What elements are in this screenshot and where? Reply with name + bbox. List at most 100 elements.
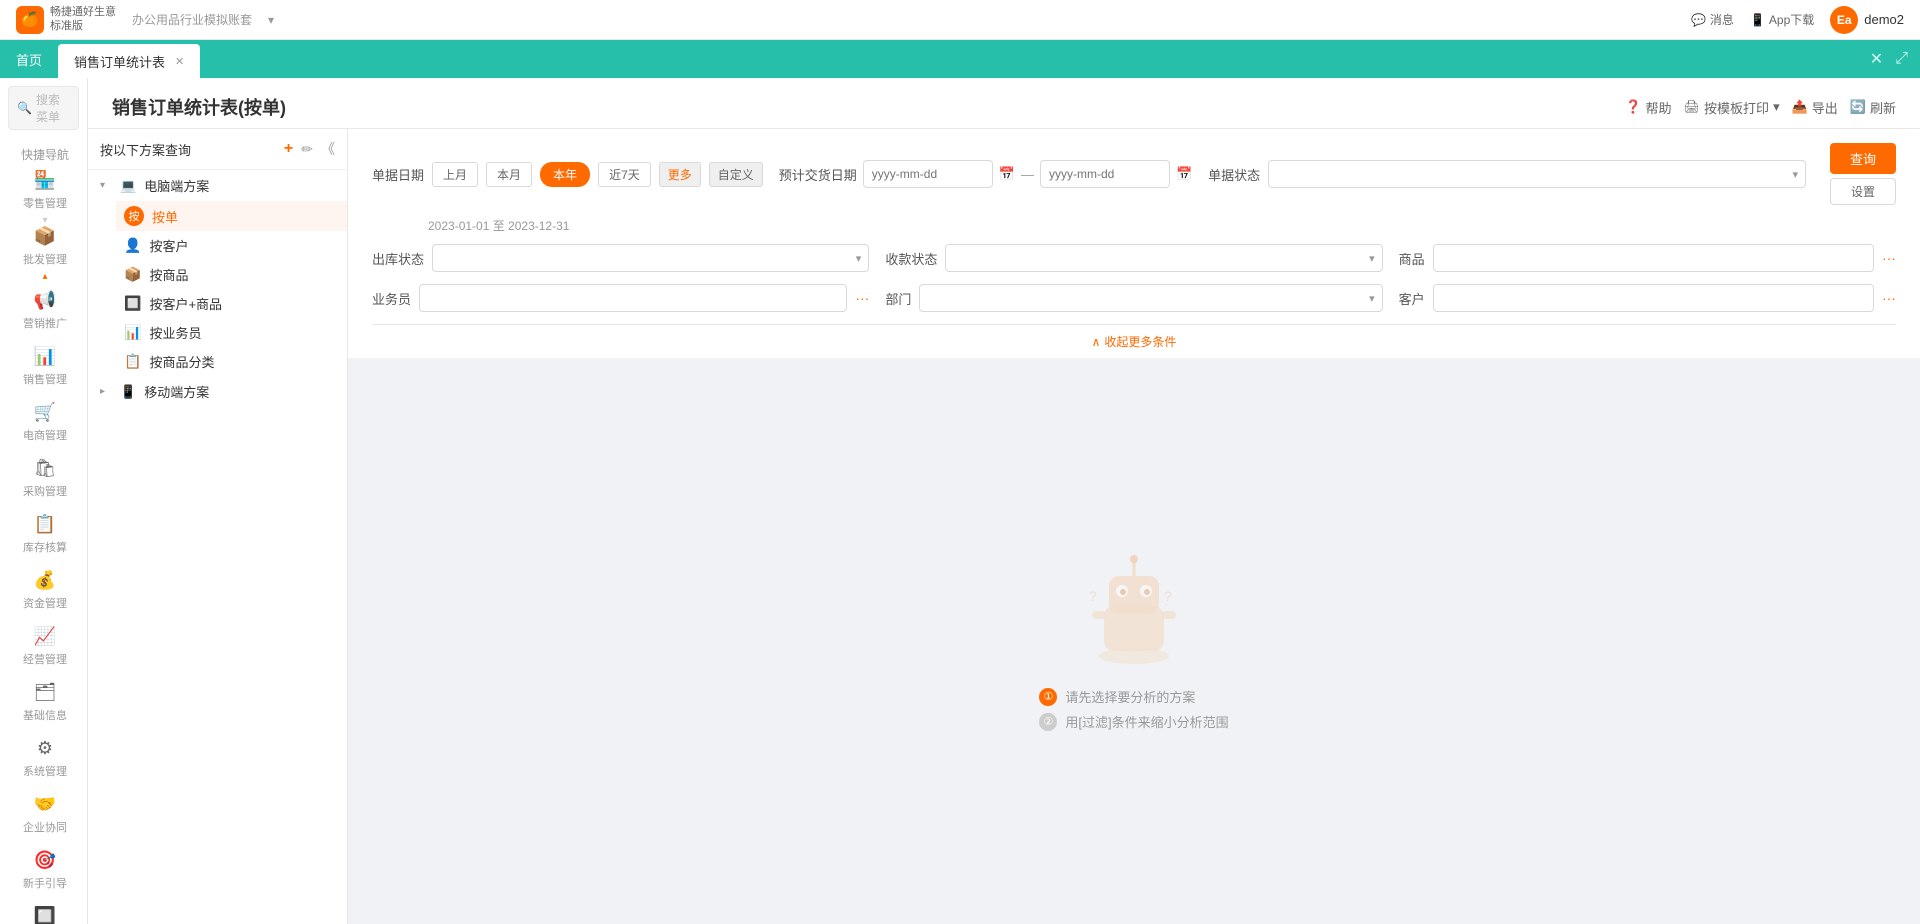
- empty-state: ? ? ① 请先选择要分析的方案 ② 用[过滤]条件来缩小分析范围: [348, 358, 1920, 924]
- edit-scheme-btn[interactable]: ✏: [301, 141, 313, 158]
- tip2-text: 用[过滤]条件来缩小分析范围: [1065, 712, 1228, 731]
- mobile-group-label: 移动端方案: [144, 382, 209, 401]
- user-name: demo2: [1864, 12, 1904, 27]
- date-range-display: 2023-01-01 至 2023-12-31: [372, 217, 1896, 234]
- single-date-label: 单据日期: [372, 165, 424, 184]
- salesman-input-area[interactable]: [419, 284, 847, 312]
- customer-input-area[interactable]: [1433, 284, 1874, 312]
- sidebar-item-basic-info[interactable]: 🗂 基础信息: [0, 674, 87, 730]
- setting-button[interactable]: 设置: [1830, 178, 1896, 205]
- tree-node-by-salesman[interactable]: 📊 按业务员: [116, 318, 347, 347]
- department-select[interactable]: [919, 284, 1382, 312]
- tab-close-icon[interactable]: ✕: [175, 55, 184, 68]
- goods-input-area: [1433, 244, 1874, 272]
- tab-sales-statistics-label: 销售订单统计表: [74, 52, 165, 71]
- sidebar-item-ecommerce[interactable]: 🛒 电商管理: [0, 394, 87, 450]
- tree-group-pc[interactable]: ▾ 💻 电脑端方案: [88, 170, 347, 201]
- sidebar-item-app-center[interactable]: 🔲 应用中心: [0, 898, 87, 924]
- tree-pc-children: 按 按单 👤 按客户 📦 按商品 🔲 按客: [88, 201, 347, 376]
- customer-label: 客户: [1399, 289, 1425, 308]
- department-label: 部门: [885, 289, 911, 308]
- pc-group-arrow-icon: ▾: [100, 180, 112, 191]
- marketing-label: 营销推广: [23, 315, 67, 331]
- tab-sales-statistics[interactable]: 销售订单统计表 ✕: [58, 44, 200, 78]
- left-panel-icons: + ✏ 《: [284, 139, 335, 159]
- tab-home[interactable]: 首页: [0, 40, 58, 78]
- tree-node-by-goods-category[interactable]: 📋 按商品分类: [116, 347, 347, 376]
- sidebar-item-finance[interactable]: 💰 资金管理: [0, 562, 87, 618]
- sidebar-item-quick-nav[interactable]: 快捷导航: [0, 138, 87, 170]
- ship-status-select[interactable]: [432, 244, 869, 272]
- search-icon: 🔍: [17, 101, 32, 115]
- query-button[interactable]: 查询: [1830, 143, 1896, 174]
- ship-status-label: 出库状态: [372, 249, 424, 268]
- by-salesman-icon: 📊: [124, 324, 141, 341]
- left-panel-title: 按以下方案查询: [100, 140, 191, 159]
- salesman-more-btn[interactable]: ···: [855, 290, 869, 306]
- enterprise-icon: 🤝: [34, 794, 56, 815]
- guide-label: 新手引导: [23, 875, 67, 891]
- sidebar-item-guide[interactable]: 🎯 新手引导: [0, 842, 87, 898]
- sidebar-item-sales[interactable]: 📊 销售管理: [0, 338, 87, 394]
- sidebar-item-retail[interactable]: 🏪 零售管理 ▾: [0, 170, 87, 226]
- add-scheme-btn[interactable]: +: [284, 140, 293, 158]
- breadcrumb-arrow[interactable]: ▾: [268, 13, 274, 27]
- by-goods-icon: 📦: [124, 266, 141, 283]
- goods-more-btn[interactable]: ···: [1882, 250, 1896, 266]
- calendar-icon-2[interactable]: 📅: [1176, 166, 1192, 182]
- tip2-num: ②: [1039, 713, 1057, 731]
- sidebar-item-marketing[interactable]: 📢 营销推广: [0, 282, 87, 338]
- sidebar-item-enterprise[interactable]: 🤝 企业协同: [0, 786, 87, 842]
- collapse-panel-btn[interactable]: 《: [321, 139, 335, 159]
- tab-close-window-btn[interactable]: ✕: [1866, 45, 1887, 73]
- sidebar-item-system[interactable]: ⚙ 系统管理: [0, 730, 87, 786]
- sidebar-item-operations[interactable]: 📈 经营管理: [0, 618, 87, 674]
- date-btn-this-month[interactable]: 本月: [486, 162, 532, 187]
- help-btn[interactable]: ❓ 帮助: [1625, 98, 1671, 117]
- by-goods-category-icon: 📋: [124, 353, 141, 370]
- purchase-icon: 🛍: [34, 458, 57, 479]
- expected-date-end-input[interactable]: [1040, 160, 1170, 188]
- logo-area: 🍊 畅捷通好生意 标准版: [16, 6, 116, 34]
- tree-node-by-order[interactable]: 按 按单: [116, 201, 347, 231]
- tree-node-by-customer-goods[interactable]: 🔲 按客户+商品: [116, 289, 347, 318]
- sidebar-item-purchase[interactable]: 🛍 采购管理: [0, 450, 87, 506]
- expected-date-start-input[interactable]: [863, 160, 993, 188]
- expected-date-group: 预计交货日期 📅 — 📅: [779, 160, 1192, 188]
- tree-group-mobile[interactable]: ▸ 📱 移动端方案: [88, 376, 347, 407]
- sidebar-item-wholesale[interactable]: 📦 批发管理 ▴: [0, 226, 87, 282]
- ecommerce-icon: 🛒: [34, 402, 56, 423]
- date-btn-last-7days[interactable]: 近7天: [598, 162, 651, 187]
- basic-info-label: 基础信息: [23, 707, 67, 723]
- user-area[interactable]: Ea demo2: [1830, 6, 1904, 34]
- app-center-icon: 🔲: [34, 906, 56, 924]
- date-btn-last-month[interactable]: 上月: [432, 162, 478, 187]
- message-action[interactable]: 💬 消息: [1691, 11, 1734, 28]
- empty-robot-illustration: ? ?: [1074, 551, 1194, 671]
- sales-label: 销售管理: [23, 371, 67, 387]
- department-group: 部门: [885, 284, 1382, 312]
- sidebar-item-inventory[interactable]: 📋 库存核算: [0, 506, 87, 562]
- by-customer-label: 按客户: [149, 236, 188, 255]
- message-label: 消息: [1710, 11, 1734, 28]
- date-btn-more[interactable]: 更多: [659, 162, 701, 187]
- by-order-label: 按单: [152, 207, 178, 226]
- export-btn[interactable]: 📤 导出: [1792, 98, 1838, 117]
- date-btn-custom[interactable]: 自定义: [709, 162, 763, 187]
- refresh-btn[interactable]: 🔄 刷新: [1850, 98, 1896, 117]
- app-download-action[interactable]: 📱 App下载: [1750, 11, 1814, 28]
- calendar-icon-1[interactable]: 📅: [999, 166, 1015, 182]
- tree-node-by-customer[interactable]: 👤 按客户: [116, 231, 347, 260]
- customer-more-btn[interactable]: ···: [1882, 290, 1896, 306]
- export-label: 导出: [1812, 98, 1838, 117]
- template-print-btn[interactable]: 🖨 按模板打印 ▾: [1684, 98, 1780, 117]
- collection-status-select[interactable]: [945, 244, 1382, 272]
- date-btn-this-year[interactable]: 本年: [540, 162, 590, 187]
- refresh-label: 刷新: [1870, 98, 1896, 117]
- tab-expand-btn[interactable]: ⤢: [1891, 46, 1912, 72]
- by-goods-category-label: 按商品分类: [149, 352, 214, 371]
- collapse-bar[interactable]: ∧ 收起更多条件: [372, 324, 1896, 358]
- filter-row-2: 出库状态 收款状态: [372, 244, 1896, 272]
- tree-node-by-goods[interactable]: 📦 按商品: [116, 260, 347, 289]
- single-status-select[interactable]: [1268, 160, 1806, 188]
